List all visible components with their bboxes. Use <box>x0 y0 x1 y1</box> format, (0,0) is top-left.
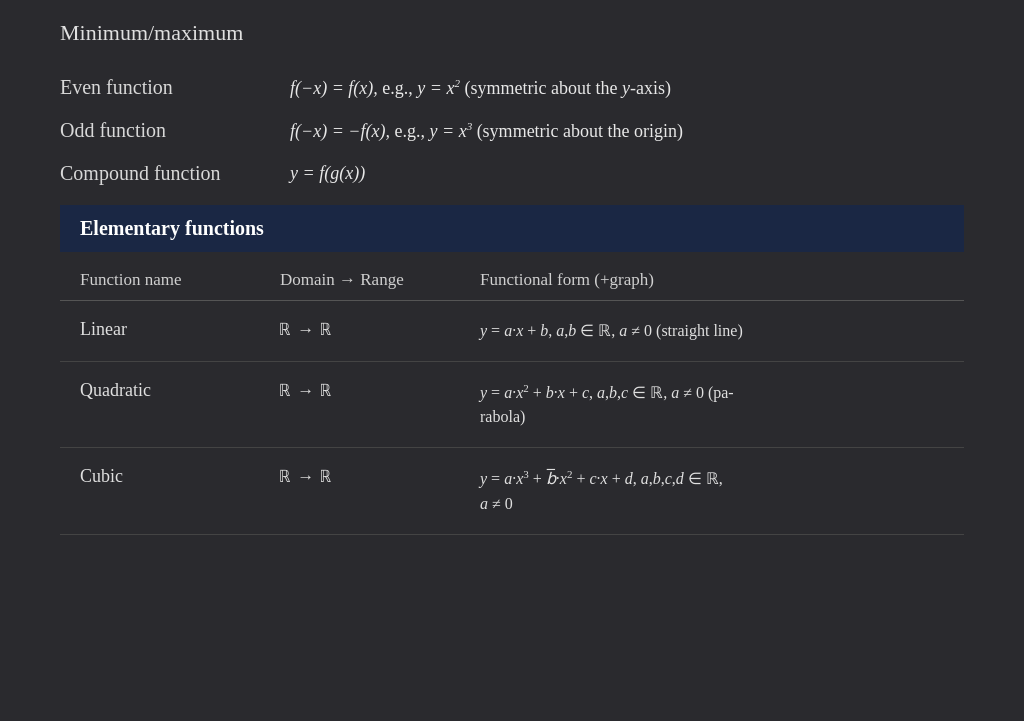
table-row-linear: Linear ℝ → ℝ y = a·x + b, a,b ∈ ℝ, a ≠ 0… <box>60 301 964 362</box>
col-header-domain: Domain → Range <box>280 270 480 290</box>
even-function-formula: f(−x) = f(x), e.g., y = x2 (symmetric ab… <box>290 77 671 99</box>
cell-name-linear: Linear <box>80 319 280 340</box>
table-header-row: Function name Domain → Range Functional … <box>60 252 964 301</box>
table-row-cubic: Cubic ℝ → ℝ y = a·x3 + b̅·x2 + c·x + d, … <box>60 448 964 534</box>
cell-name-cubic: Cubic <box>80 466 280 487</box>
odd-function-formula: f(−x) = −f(x), e.g., y = x3 (symmetric a… <box>290 120 683 142</box>
top-heading: Minimum/maximum <box>60 20 964 46</box>
col-header-functional-form: Functional form (+graph) <box>480 270 944 290</box>
even-function-row: Even function f(−x) = f(x), e.g., y = x2… <box>60 76 964 99</box>
even-function-label: Even function <box>60 76 290 99</box>
page-container: Minimum/maximum Even function f(−x) = f(… <box>0 0 1024 721</box>
cell-domain-quadratic: ℝ → ℝ <box>280 380 480 401</box>
cell-formula-quadratic: y = a·x2 + b·x + c, a,b,c ∈ ℝ, a ≠ 0 (pa… <box>480 380 944 429</box>
col-header-function-name: Function name <box>80 270 280 290</box>
odd-function-row: Odd function f(−x) = −f(x), e.g., y = x3… <box>60 119 964 142</box>
cell-domain-linear: ℝ → ℝ <box>280 319 480 340</box>
properties-section: Even function f(−x) = f(x), e.g., y = x2… <box>60 76 964 185</box>
compound-function-row: Compound function y = f(g(x)) <box>60 162 964 185</box>
cell-formula-cubic: y = a·x3 + b̅·x2 + c·x + d, a,b,c,d ∈ ℝ,… <box>480 466 944 515</box>
odd-function-label: Odd function <box>60 119 290 142</box>
compound-function-label: Compound function <box>60 162 290 185</box>
cell-name-quadratic: Quadratic <box>80 380 280 401</box>
cell-domain-cubic: ℝ → ℝ <box>280 466 480 487</box>
compound-function-formula: y = f(g(x)) <box>290 163 365 184</box>
cell-formula-linear: y = a·x + b, a,b ∈ ℝ, a ≠ 0 (straight li… <box>480 319 944 343</box>
elementary-functions-table: Function name Domain → Range Functional … <box>60 252 964 535</box>
elementary-functions-header: Elementary functions <box>60 205 964 252</box>
table-row-quadratic: Quadratic ℝ → ℝ y = a·x2 + b·x + c, a,b,… <box>60 362 964 448</box>
